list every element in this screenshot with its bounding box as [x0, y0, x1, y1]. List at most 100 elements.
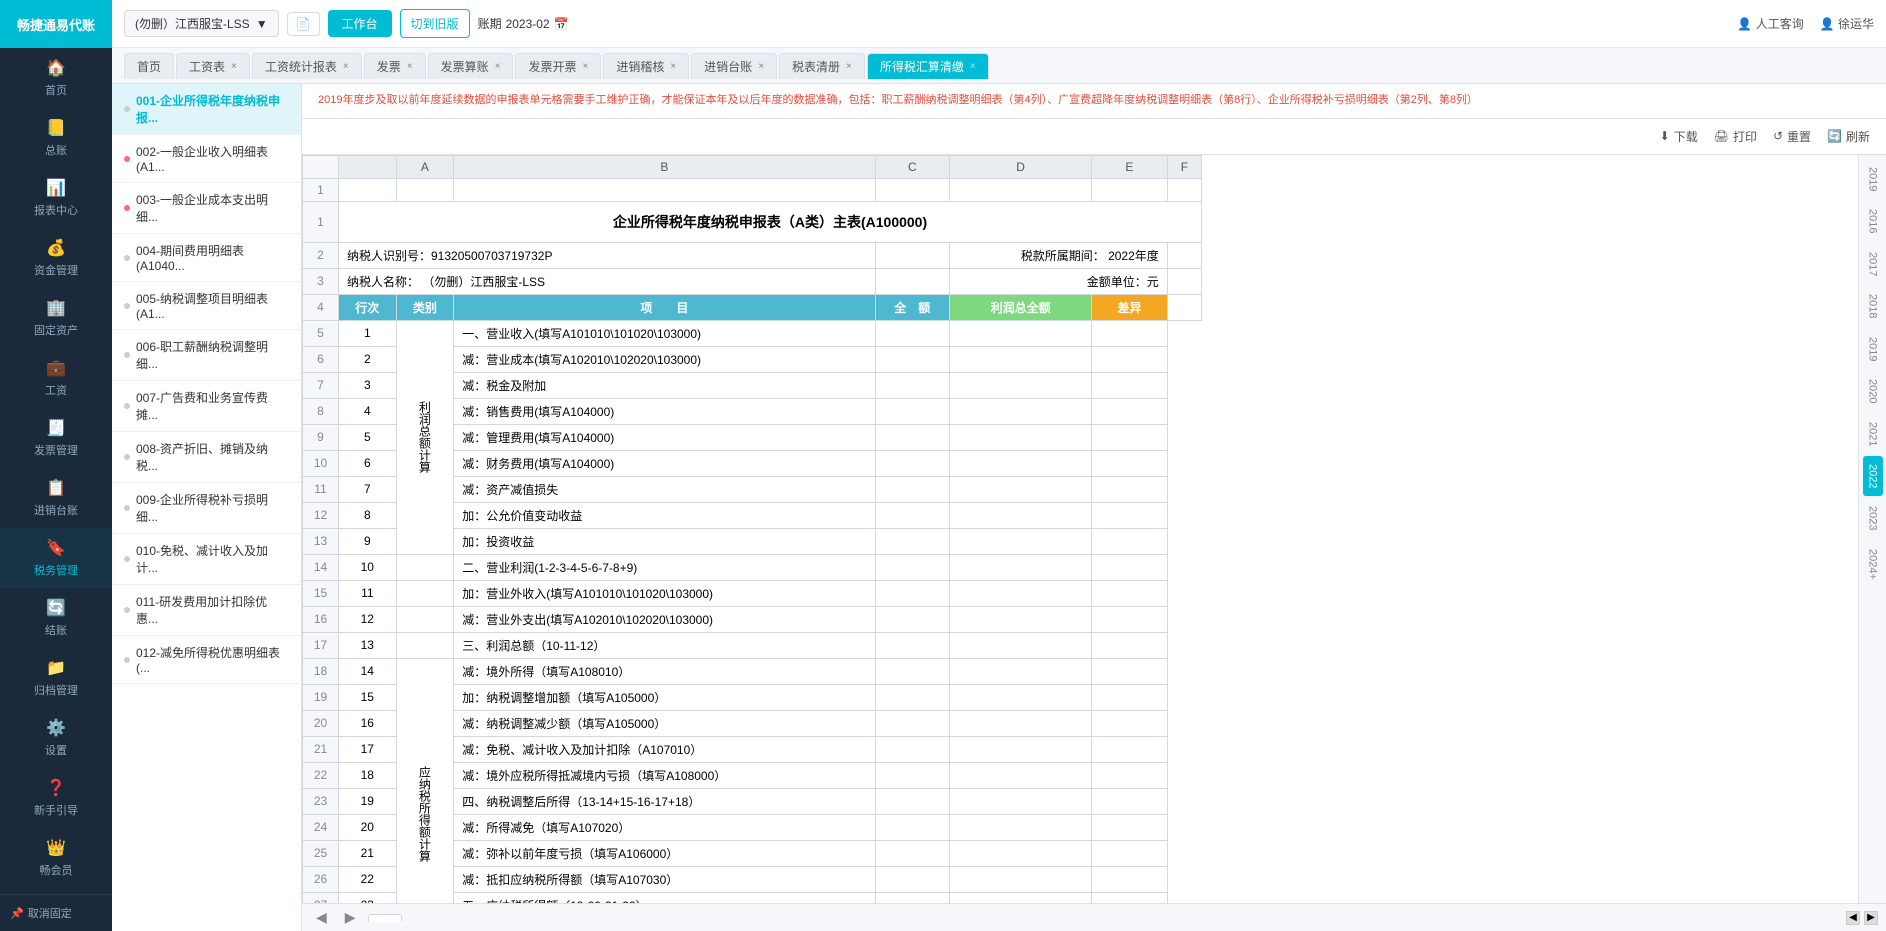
sidebar-item-salary[interactable]: 💼 工资 [0, 348, 112, 408]
xm-cell[interactable]: 加：营业外收入(填写A101010\101020\103000) [454, 580, 875, 606]
qe-cell[interactable] [875, 450, 949, 476]
cy-cell[interactable] [1092, 684, 1168, 710]
hang-cell[interactable]: 22 [339, 866, 397, 892]
cy-cell[interactable] [1092, 658, 1168, 684]
xm-cell[interactable]: 加：纳税调整增加额（填写A105000） [454, 684, 875, 710]
hang-cell[interactable]: 4 [339, 398, 397, 424]
refresh-button[interactable]: 🔄 刷新 [1827, 128, 1870, 145]
lrze-cell[interactable] [950, 892, 1092, 903]
cy-cell[interactable] [1092, 762, 1168, 788]
tab-close-4[interactable]: × [495, 61, 501, 72]
xm-cell[interactable]: 五、应纳税所得额（19-20-21-22） [454, 892, 875, 903]
cy-cell[interactable] [1092, 632, 1168, 658]
hang-cell[interactable]: 7 [339, 476, 397, 502]
sidebar-item-invoice[interactable]: 🧾 发票管理 [0, 408, 112, 468]
cy-cell[interactable] [1092, 372, 1168, 398]
xm-cell[interactable]: 减：营业外支出(填写A102010\102020\103000) [454, 606, 875, 632]
tab-close-9[interactable]: × [970, 61, 976, 72]
cy-cell[interactable] [1092, 840, 1168, 866]
qe-cell[interactable] [875, 736, 949, 762]
tab-发票[interactable]: 发票× [364, 53, 426, 79]
qe-cell[interactable] [875, 606, 949, 632]
year-item-2017[interactable]: 2017 [1863, 244, 1883, 284]
left-panel-item-001[interactable]: 001-企业所得税年度纳税申报... [112, 84, 301, 135]
hang-cell[interactable]: 13 [339, 632, 397, 658]
qe-cell[interactable] [875, 840, 949, 866]
sidebar-item-report[interactable]: 📊 报表中心 [0, 168, 112, 228]
lrze-cell[interactable] [950, 788, 1092, 814]
sheet-main[interactable]: ABCDEF11企业所得税年度纳税申报表（A类）主表(A100000)2纳税人识… [302, 155, 1858, 903]
hang-cell[interactable]: 11 [339, 580, 397, 606]
cy-cell[interactable] [1092, 528, 1168, 554]
sidebar-item-settlement[interactable]: 🔄 结账 [0, 588, 112, 648]
sidebar-item-assets[interactable]: 🏢 固定资产 [0, 288, 112, 348]
qe-cell[interactable] [875, 632, 949, 658]
calendar-icon[interactable]: 📅 [554, 17, 569, 31]
sidebar-item-fund[interactable]: 💰 资金管理 [0, 228, 112, 288]
xm-cell[interactable]: 减：弥补以前年度亏损（填写A106000） [454, 840, 875, 866]
sidebar-item-member[interactable]: 👑 畅会员 [0, 828, 112, 888]
cy-cell[interactable] [1092, 710, 1168, 736]
hang-cell[interactable]: 5 [339, 424, 397, 450]
hang-cell[interactable]: 12 [339, 606, 397, 632]
left-panel-item-007[interactable]: 007-广告费和业务宣传费摊... [112, 381, 301, 432]
qe-cell[interactable] [875, 580, 949, 606]
sheet-tab-main[interactable] [368, 914, 402, 922]
year-item-2020[interactable]: 2020 [1863, 371, 1883, 411]
cy-cell[interactable] [1092, 606, 1168, 632]
hang-cell[interactable]: 23 [339, 892, 397, 903]
sidebar-item-tax[interactable]: 🔖 税务管理 [0, 528, 112, 588]
year-item-2023[interactable]: 2023 [1863, 498, 1883, 538]
hang-cell[interactable]: 20 [339, 814, 397, 840]
lrze-cell[interactable] [950, 502, 1092, 528]
xm-cell[interactable]: 加：投资收益 [454, 528, 875, 554]
hang-cell[interactable]: 19 [339, 788, 397, 814]
cy-cell[interactable] [1092, 346, 1168, 372]
year-item-2016[interactable]: 2016 [1863, 201, 1883, 241]
lrze-cell[interactable] [950, 554, 1092, 580]
tab-工资表[interactable]: 工资表× [176, 53, 250, 79]
tab-close-1[interactable]: × [231, 61, 237, 72]
tab-进销稽核[interactable]: 进销稽核× [603, 53, 689, 79]
hang-cell[interactable]: 17 [339, 736, 397, 762]
scroll-right-btn[interactable]: ▶ [1864, 911, 1878, 925]
hang-cell[interactable]: 8 [339, 502, 397, 528]
tab-发票开票[interactable]: 发票开票× [515, 53, 601, 79]
switch-version-button[interactable]: 切到旧版 [400, 9, 470, 38]
lrze-cell[interactable] [950, 346, 1092, 372]
qe-cell[interactable] [875, 398, 949, 424]
hang-cell[interactable]: 16 [339, 710, 397, 736]
left-panel-item-008[interactable]: 008-资产折旧、摊销及纳税... [112, 432, 301, 483]
lrze-cell[interactable] [950, 632, 1092, 658]
xm-cell[interactable]: 减：财务费用(填写A104000) [454, 450, 875, 476]
cy-cell[interactable] [1092, 476, 1168, 502]
lrze-cell[interactable] [950, 840, 1092, 866]
cy-cell[interactable] [1092, 424, 1168, 450]
sidebar-item-settings[interactable]: ⚙️ 设置 [0, 708, 112, 768]
hang-cell[interactable]: 15 [339, 684, 397, 710]
workbench-button[interactable]: 工作台 [328, 10, 392, 37]
left-panel-item-006[interactable]: 006-职工薪酬纳税调整明细... [112, 330, 301, 381]
xm-cell[interactable]: 三、利润总额（10-11-12） [454, 632, 875, 658]
qe-cell[interactable] [875, 372, 949, 398]
tab-工资统计报表[interactable]: 工资统计报表× [252, 53, 362, 79]
doc-icon-button[interactable]: 📄 [287, 12, 320, 36]
hang-cell[interactable]: 18 [339, 762, 397, 788]
lrze-cell[interactable] [950, 606, 1092, 632]
xm-cell[interactable]: 减：所得减免（填写A107020） [454, 814, 875, 840]
year-item-2019[interactable]: 2019 [1863, 159, 1883, 199]
tab-close-6[interactable]: × [670, 61, 676, 72]
print-button[interactable]: 🖨 打印 [1714, 128, 1757, 145]
lrze-cell[interactable] [950, 372, 1092, 398]
sheet-prev-arrow[interactable]: ◀ [310, 907, 333, 928]
tab-税表清册[interactable]: 税表清册× [779, 53, 865, 79]
xm-cell[interactable]: 减：税金及附加 [454, 372, 875, 398]
lrze-cell[interactable] [950, 398, 1092, 424]
qe-cell[interactable] [875, 476, 949, 502]
hang-cell[interactable]: 3 [339, 372, 397, 398]
lrze-cell[interactable] [950, 528, 1092, 554]
qe-cell[interactable] [875, 554, 949, 580]
qe-cell[interactable] [875, 424, 949, 450]
lrze-cell[interactable] [950, 684, 1092, 710]
cy-cell[interactable] [1092, 450, 1168, 476]
